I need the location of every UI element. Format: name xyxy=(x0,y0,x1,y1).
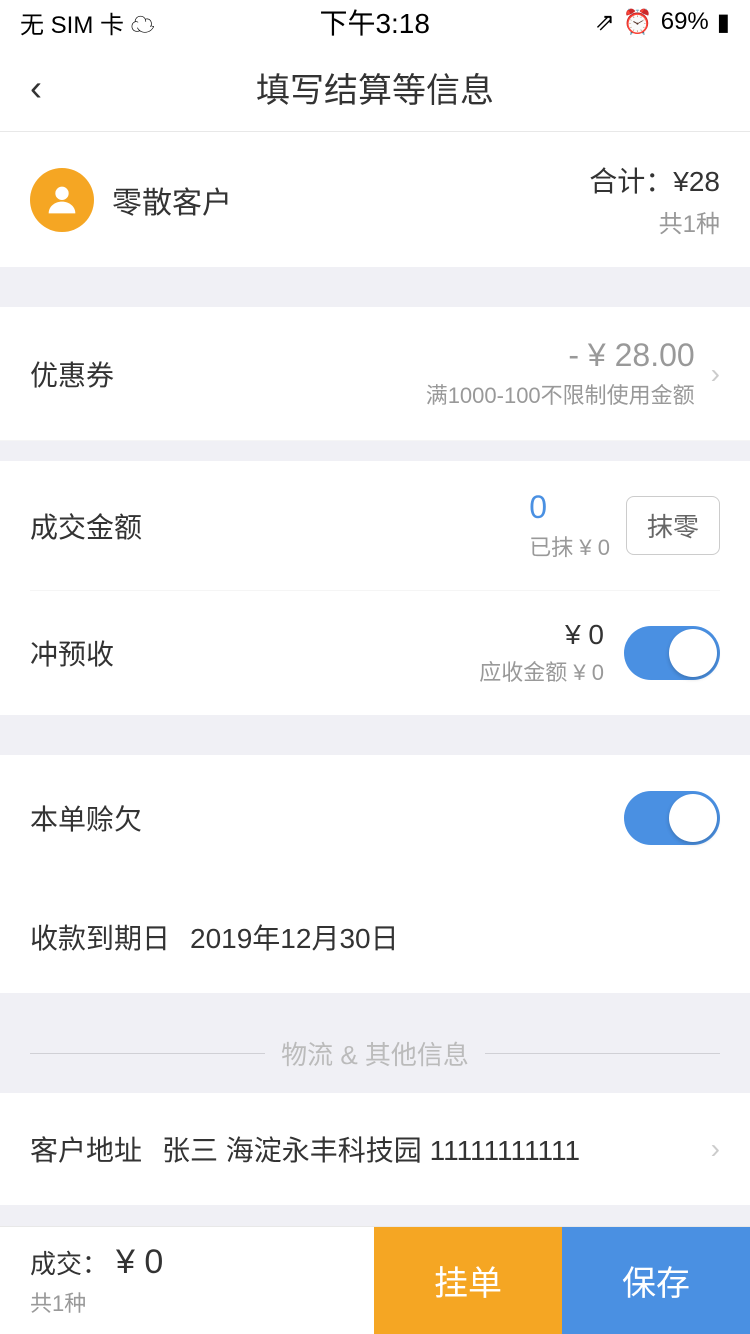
debt-toggle[interactable] xyxy=(624,791,720,845)
debt-label: 本单赊欠 xyxy=(30,798,142,838)
divider-1 xyxy=(0,267,750,287)
transaction-right: 0 已抹 ¥ 0 抹零 xyxy=(529,489,720,562)
alarm-icon: ⏰ xyxy=(623,8,653,37)
customer-total: 合计：¥28 xyxy=(589,160,720,200)
address-label: 客户地址 xyxy=(30,1129,142,1169)
logistics-line: 物流 & 其他信息 xyxy=(0,1035,750,1072)
coupon-amount: - ¥ 28.00 xyxy=(426,337,695,374)
coupon-row[interactable]: 优惠券 - ¥ 28.00 满1000-100不限制使用金额 › xyxy=(0,307,750,441)
location-icon: ⇗ xyxy=(595,8,615,37)
round-button[interactable]: 抹零 xyxy=(626,496,720,555)
coupon-label: 优惠券 xyxy=(30,354,114,394)
customer-left: 零散客户 xyxy=(30,168,232,232)
battery-level: 69% xyxy=(661,8,709,36)
coupon-value-col: - ¥ 28.00 满1000-100不限制使用金额 xyxy=(426,337,695,410)
customer-avatar xyxy=(30,168,94,232)
person-icon xyxy=(42,180,82,220)
customer-right: 合计：¥28 共1种 xyxy=(589,160,720,239)
save-button[interactable]: 保存 xyxy=(562,1227,750,1334)
hold-button[interactable]: 挂单 xyxy=(374,1227,562,1334)
due-date-label: 收款到期日 xyxy=(30,917,170,957)
chevron-right-icon: › xyxy=(711,358,720,390)
address-chevron-icon: › xyxy=(711,1133,720,1165)
prepayment-toggle[interactable] xyxy=(624,626,720,680)
logistics-hr-left xyxy=(30,1053,265,1054)
transaction-sub: 已抹 ¥ 0 xyxy=(529,530,610,562)
due-date-section: 收款到期日 2019年12月30日 xyxy=(0,881,750,993)
customer-count: 共1种 xyxy=(589,204,720,239)
prepayment-value: ¥ 0 xyxy=(479,619,604,651)
battery-icon: ▮ xyxy=(717,8,730,37)
debt-row: 本单赊欠 xyxy=(30,755,720,881)
due-date-value: 2019年12月30日 xyxy=(190,917,399,957)
transaction-value: 0 xyxy=(529,489,610,526)
prepayment-sub: 应收金额 ¥ 0 xyxy=(479,655,604,687)
prepayment-label: 冲预收 xyxy=(30,633,114,673)
status-bar: 无 SIM 卡 ☁ 下午3:18 ⇗ ⏰ 69% ▮ xyxy=(0,0,750,44)
bottom-deal: 成交： ¥ 0 xyxy=(30,1243,344,1282)
logistics-text: 物流 & 其他信息 xyxy=(281,1035,469,1072)
coupon-right: - ¥ 28.00 满1000-100不限制使用金额 › xyxy=(426,337,720,410)
nav-bar: ‹ 填写结算等信息 xyxy=(0,44,750,132)
transaction-row: 成交金额 0 已抹 ¥ 0 抹零 xyxy=(30,461,720,591)
content: 零散客户 合计：¥28 共1种 优惠券 - ¥ 28.00 满1000-100不… xyxy=(0,132,750,1325)
logistics-hr-right xyxy=(485,1053,720,1054)
logistics-divider: 物流 & 其他信息 xyxy=(0,1013,750,1093)
divider-3 xyxy=(0,715,750,735)
customer-name: 零散客户 xyxy=(112,178,232,222)
transaction-value-col: 0 已抹 ¥ 0 xyxy=(529,489,610,562)
debt-section: 本单赊欠 xyxy=(0,755,750,881)
bottom-count: 共1种 xyxy=(30,1286,344,1318)
customer-section: 零散客户 合计：¥28 共1种 xyxy=(0,132,750,267)
deal-amount: ¥ 0 xyxy=(116,1243,163,1282)
debt-toggle-thumb xyxy=(669,794,717,842)
prepayment-right: ¥ 0 应收金额 ¥ 0 xyxy=(479,619,720,687)
address-section: 客户地址 张三 海淀永丰科技园 11111111111 › xyxy=(0,1093,750,1205)
coupon-section: 优惠券 - ¥ 28.00 满1000-100不限制使用金额 › xyxy=(0,307,750,441)
amount-section: 成交金额 0 已抹 ¥ 0 抹零 冲预收 ¥ 0 应收金额 ¥ 0 xyxy=(0,461,750,715)
address-row[interactable]: 客户地址 张三 海淀永丰科技园 11111111111 › xyxy=(30,1093,720,1205)
toggle-thumb xyxy=(669,629,717,677)
prepayment-amount-col: ¥ 0 应收金额 ¥ 0 xyxy=(479,619,604,687)
address-value: 张三 海淀永丰科技园 11111111111 xyxy=(162,1129,705,1169)
transaction-label: 成交金额 xyxy=(30,506,142,546)
prepayment-row: 冲预收 ¥ 0 应收金额 ¥ 0 xyxy=(30,591,720,715)
due-date-row: 收款到期日 2019年12月30日 xyxy=(30,881,720,993)
status-bar-left: 无 SIM 卡 ☁ xyxy=(20,5,155,40)
divider-2 xyxy=(0,441,750,461)
status-bar-time: 下午3:18 xyxy=(319,2,430,42)
bottom-bar: 成交： ¥ 0 共1种 挂单 保存 xyxy=(0,1226,750,1334)
page-title: 填写结算等信息 xyxy=(256,63,494,112)
back-button[interactable]: ‹ xyxy=(30,67,42,109)
bottom-info: 成交： ¥ 0 共1种 xyxy=(0,1243,374,1318)
deal-label: 成交： xyxy=(30,1244,108,1281)
coupon-sub: 满1000-100不限制使用金额 xyxy=(426,378,695,410)
status-bar-right: ⇗ ⏰ 69% ▮ xyxy=(595,8,730,37)
sim-status: 无 SIM 卡 ☁ xyxy=(20,5,155,40)
